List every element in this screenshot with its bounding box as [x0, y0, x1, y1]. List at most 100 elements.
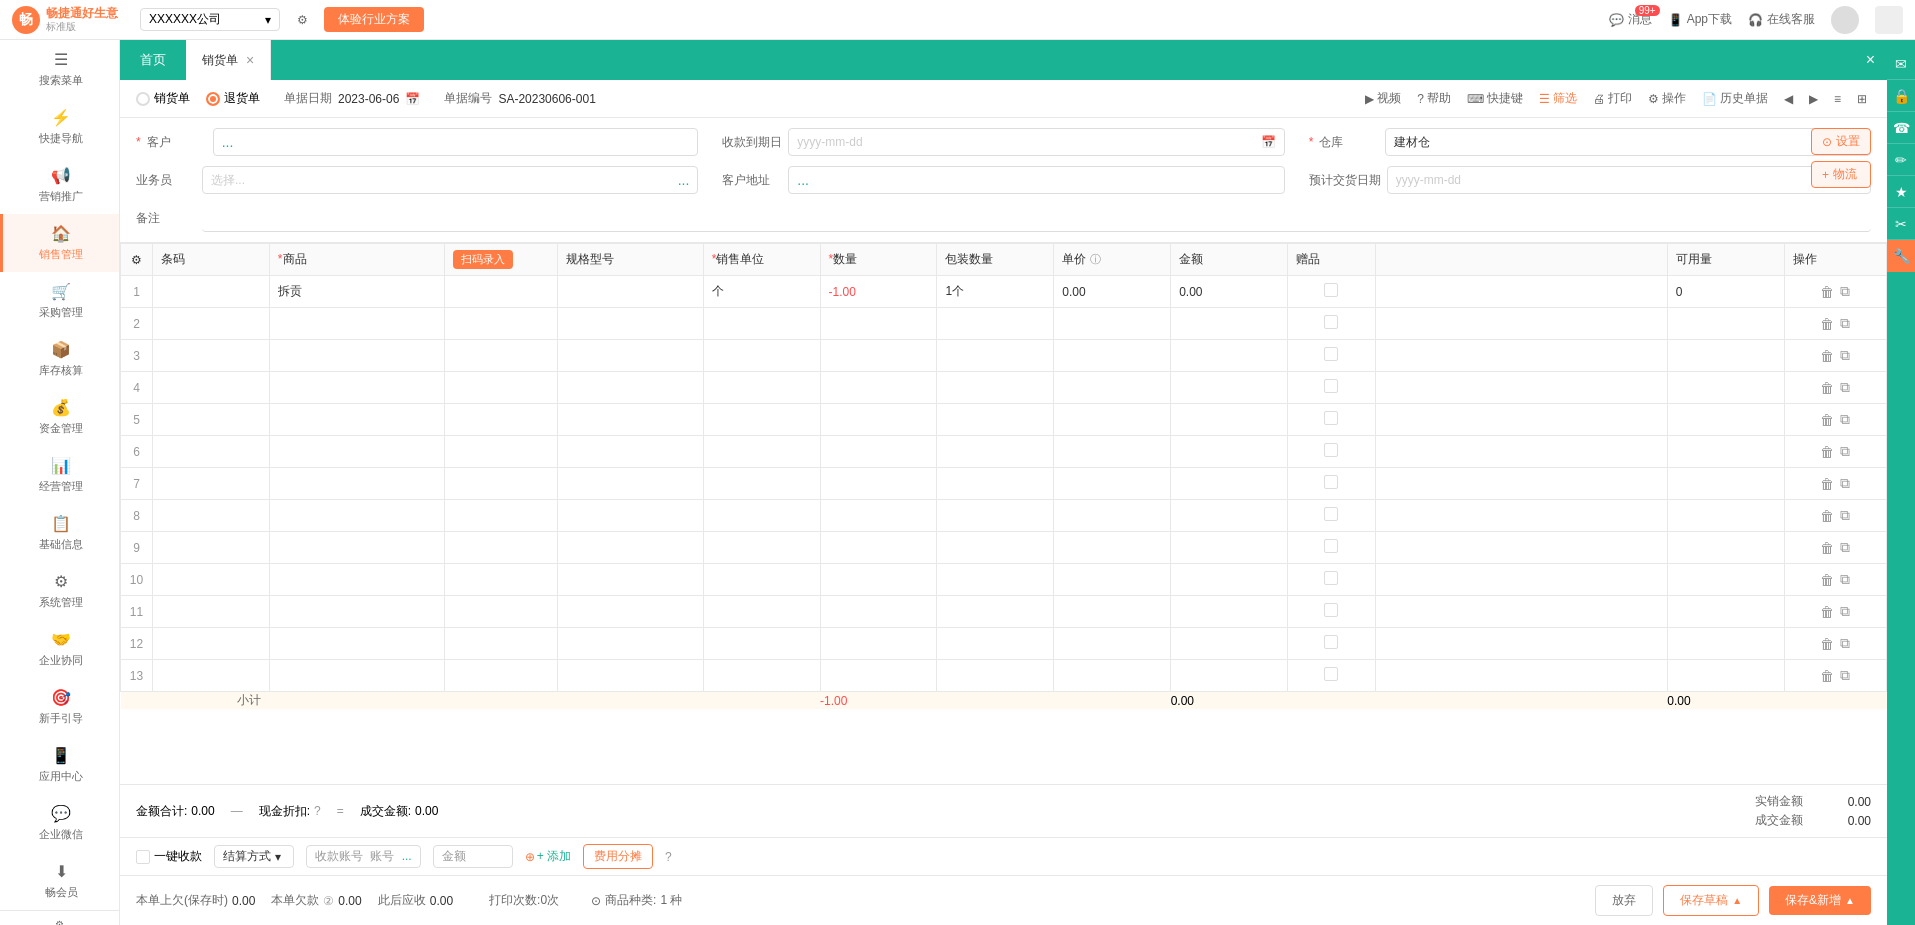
logistics-side-btn[interactable]: + 物流	[1811, 161, 1871, 188]
warehouse-input[interactable]: 建材仓 ...	[1385, 128, 1871, 156]
float-btn-5[interactable]: ★	[1887, 176, 1915, 208]
row-qty[interactable]	[820, 660, 937, 692]
row-barcode[interactable]	[153, 500, 270, 532]
th-scan[interactable]: 扫码录入	[445, 244, 557, 276]
row-product[interactable]	[269, 596, 444, 628]
row-qty[interactable]	[820, 436, 937, 468]
row-unit[interactable]	[703, 564, 820, 596]
row-price[interactable]	[1054, 628, 1171, 660]
sidebar-item-app-center[interactable]: 📱 应用中心	[0, 736, 119, 794]
video-btn[interactable]: ▶ 视频	[1361, 88, 1405, 109]
settings-side-btn[interactable]: ⊙ ⊙ 设置 设置	[1811, 128, 1871, 155]
row-product[interactable]	[269, 564, 444, 596]
row-gift[interactable]	[1288, 308, 1376, 340]
row-price[interactable]: 0.00	[1054, 276, 1171, 308]
row-remark[interactable]	[1375, 564, 1667, 596]
save-draft-btn[interactable]: 保存草稿 ▲	[1663, 885, 1759, 916]
row-unit[interactable]	[703, 308, 820, 340]
payment-help-icon[interactable]: ?	[665, 850, 672, 864]
row-amount[interactable]	[1171, 308, 1288, 340]
row-amount[interactable]	[1171, 372, 1288, 404]
row-pack-qty[interactable]	[937, 340, 1054, 372]
row-amount[interactable]	[1171, 340, 1288, 372]
row-unit[interactable]	[703, 340, 820, 372]
row-unit[interactable]	[703, 436, 820, 468]
row-qty[interactable]	[820, 340, 937, 372]
help-btn[interactable]: ? 帮助	[1413, 88, 1455, 109]
row-unit[interactable]	[703, 468, 820, 500]
row-barcode[interactable]	[153, 628, 270, 660]
row-amount[interactable]: 0.00	[1171, 276, 1288, 308]
notification-btn[interactable]: 💬 消息 99+	[1609, 11, 1652, 28]
row-unit[interactable]	[703, 660, 820, 692]
row-product[interactable]	[269, 340, 444, 372]
row-barcode[interactable]	[153, 564, 270, 596]
customer-address-input[interactable]: ...	[788, 166, 1284, 194]
row-remark[interactable]	[1375, 372, 1667, 404]
copy-row-icon[interactable]: ⧉	[1840, 635, 1850, 652]
sidebar-item-purchase[interactable]: 🛒 采购管理	[0, 272, 119, 330]
trial-button[interactable]: 体验行业方案	[324, 7, 424, 32]
grid-view-btn[interactable]: ⊞	[1853, 90, 1871, 108]
shortcuts-btn[interactable]: ⌨ 快捷键	[1463, 88, 1527, 109]
sales-rep-input[interactable]: 选择... ...	[202, 166, 698, 194]
row-spec[interactable]	[557, 660, 703, 692]
company-select[interactable]: XXXXXX公司 ▾	[140, 8, 280, 31]
row-qty[interactable]	[820, 564, 937, 596]
row-remark[interactable]	[1375, 660, 1667, 692]
row-gift[interactable]	[1288, 468, 1376, 500]
row-pack-qty[interactable]	[937, 532, 1054, 564]
tab-close-icon[interactable]: ×	[246, 52, 254, 68]
save-new-btn[interactable]: 保存&新增 ▲	[1769, 886, 1871, 915]
row-barcode[interactable]	[153, 276, 270, 308]
row-amount[interactable]	[1171, 596, 1288, 628]
copy-row-icon[interactable]: ⧉	[1840, 347, 1850, 364]
delete-row-icon[interactable]: 🗑	[1820, 476, 1834, 492]
row-spec[interactable]	[557, 468, 703, 500]
row-barcode[interactable]	[153, 308, 270, 340]
copy-row-icon[interactable]: ⧉	[1840, 507, 1850, 524]
row-product[interactable]	[269, 372, 444, 404]
sidebar-item-system[interactable]: ⚙ 系统管理	[0, 562, 119, 620]
list-view-btn[interactable]: ≡	[1830, 90, 1845, 108]
row-spec[interactable]	[557, 564, 703, 596]
row-barcode[interactable]	[153, 436, 270, 468]
row-pack-qty[interactable]	[937, 500, 1054, 532]
row-pack-qty[interactable]	[937, 436, 1054, 468]
add-payment-btn[interactable]: ⊕ + 添加	[525, 848, 571, 865]
copy-row-icon[interactable]: ⧉	[1840, 283, 1850, 300]
row-amount[interactable]	[1171, 500, 1288, 532]
user-avatar[interactable]	[1831, 6, 1859, 34]
app-download-btn[interactable]: 📱 App下载	[1668, 11, 1732, 28]
row-price[interactable]	[1054, 660, 1171, 692]
row-barcode[interactable]	[153, 532, 270, 564]
row-gift[interactable]	[1288, 596, 1376, 628]
sidebar-item-member[interactable]: ⬇ 畅会员	[0, 852, 119, 910]
row-qty[interactable]	[820, 596, 937, 628]
notes-input[interactable]	[202, 204, 1871, 232]
row-pack-qty[interactable]	[937, 660, 1054, 692]
row-price[interactable]	[1054, 372, 1171, 404]
radio-sales[interactable]: 销货单	[136, 90, 190, 107]
pay-account-field[interactable]: 收款账号 账号 ...	[306, 845, 421, 868]
row-price[interactable]	[1054, 532, 1171, 564]
float-btn-7[interactable]: 🔧	[1887, 240, 1915, 272]
row-price[interactable]	[1054, 436, 1171, 468]
row-barcode[interactable]	[153, 660, 270, 692]
row-pack-qty[interactable]	[937, 596, 1054, 628]
row-spec[interactable]	[557, 340, 703, 372]
row-qty[interactable]	[820, 468, 937, 500]
sidebar-item-basics[interactable]: 📋 基础信息	[0, 504, 119, 562]
row-amount[interactable]	[1171, 404, 1288, 436]
settings-icon[interactable]: ⚙	[288, 6, 316, 34]
row-amount[interactable]	[1171, 660, 1288, 692]
sidebar-item-quick-nav[interactable]: ⚡ 快捷导航	[0, 98, 119, 156]
row-remark[interactable]	[1375, 404, 1667, 436]
sidebar-item-wechat[interactable]: 💬 企业微信	[0, 794, 119, 852]
float-btn-4[interactable]: ✏	[1887, 144, 1915, 176]
row-remark[interactable]	[1375, 468, 1667, 500]
row-pack-qty[interactable]	[937, 308, 1054, 340]
customer-input[interactable]: ...	[213, 128, 699, 156]
delete-row-icon[interactable]: 🗑	[1820, 540, 1834, 556]
row-qty[interactable]	[820, 308, 937, 340]
